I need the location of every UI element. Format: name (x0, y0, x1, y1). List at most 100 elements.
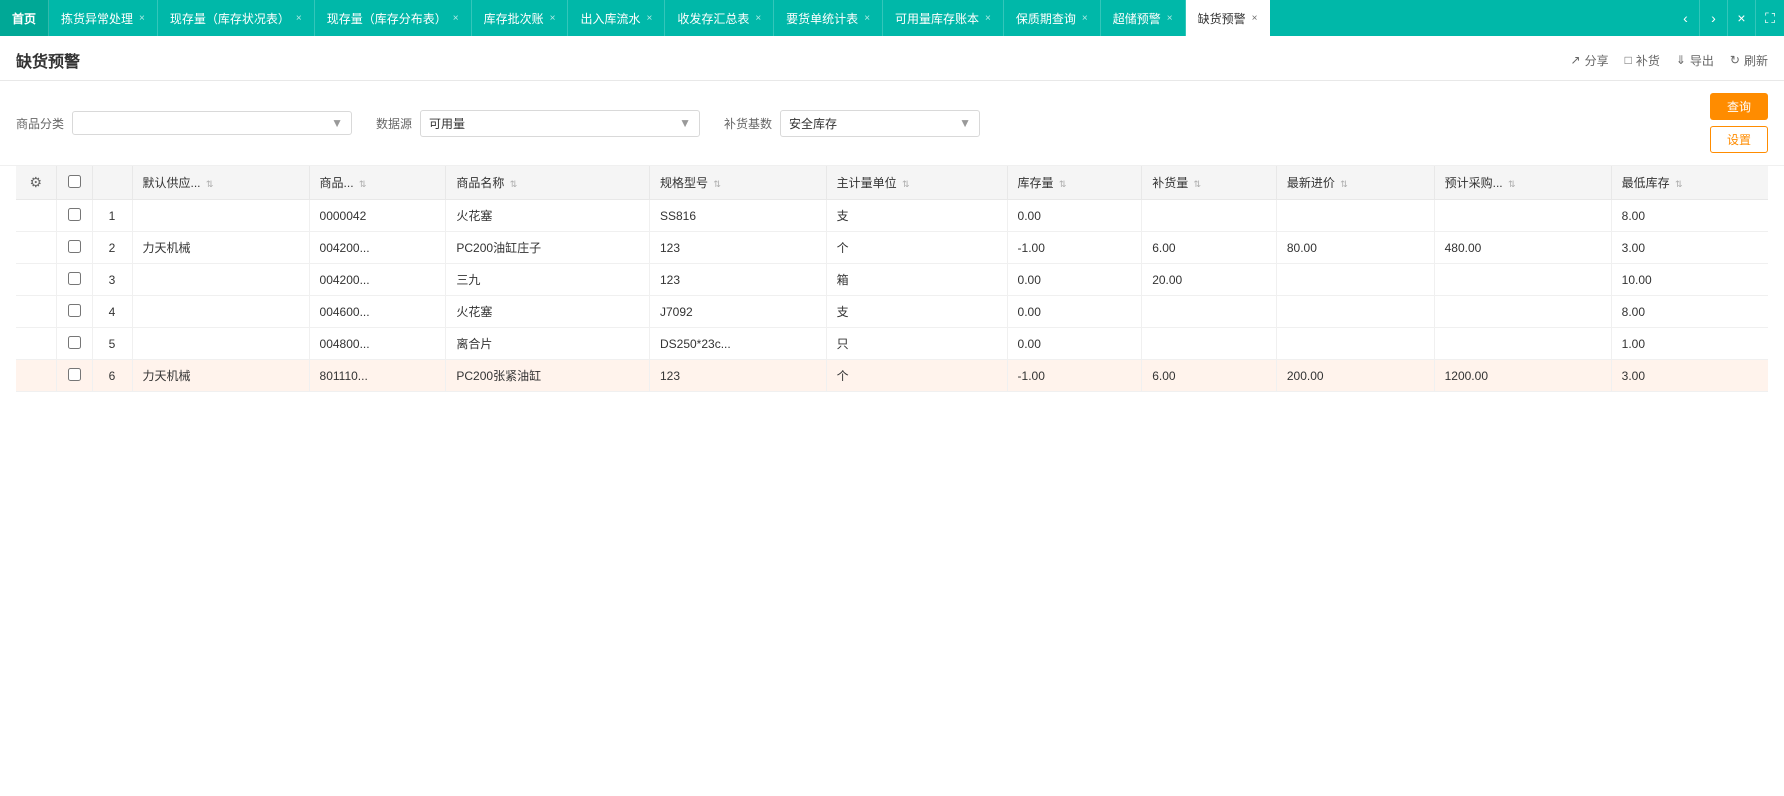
tab-shortage-close[interactable]: × (1252, 13, 1258, 24)
row-checkbox-cell[interactable] (56, 200, 92, 232)
tab-demand-stat-label: 要货单统计表 (786, 10, 858, 27)
tab-inventory-status[interactable]: 现存量（库存状况表） × (158, 0, 315, 36)
table-settings-icon[interactable]: ⚙ (29, 174, 42, 191)
row-checkbox-cell[interactable] (56, 360, 92, 392)
row-stock-cell: 0.00 (1007, 264, 1142, 296)
row-latest-price-cell (1276, 296, 1434, 328)
tab-fullscreen-button[interactable]: ⛶ (1756, 0, 1784, 36)
query-button[interactable]: 查询 (1710, 93, 1768, 120)
row-supplier-cell (132, 328, 309, 360)
row-spec-cell: 123 (649, 232, 826, 264)
tab-home[interactable]: 首页 (0, 0, 49, 36)
tab-overstock-label: 超储预警 (1113, 10, 1161, 27)
replenish-action[interactable]: □ 补货 (1625, 52, 1660, 69)
col-est-purchase-header[interactable]: 预计采购... ⇅ (1434, 166, 1611, 200)
tab-available-ledger-close[interactable]: × (985, 13, 991, 24)
tab-prev-button[interactable]: ‹ (1672, 0, 1700, 36)
tab-expiry-query-close[interactable]: × (1082, 13, 1088, 24)
row-checkbox[interactable] (68, 368, 81, 381)
tab-inventory-dist-label: 现存量（库存分布表） (327, 10, 447, 27)
col-supplier-header[interactable]: 默认供应... ⇅ (132, 166, 309, 200)
col-code-header[interactable]: 商品... ⇅ (309, 166, 446, 200)
tab-receive-summary[interactable]: 收发存汇总表 × (665, 0, 774, 36)
row-checkbox-cell[interactable] (56, 328, 92, 360)
export-action[interactable]: ⇓ 导出 (1676, 52, 1714, 69)
table-body: 1 0000042 火花塞 SS816 支 0.00 8.00 2 力天机械 0… (16, 200, 1768, 392)
col-num-header (92, 166, 132, 200)
category-select[interactable]: ▼ (72, 111, 352, 135)
col-stock-header[interactable]: 库存量 ⇅ (1007, 166, 1142, 200)
row-min-stock-cell: 8.00 (1611, 200, 1768, 232)
category-select-arrow-icon: ▼ (331, 116, 343, 130)
col-unit-header[interactable]: 主计量单位 ⇅ (826, 166, 1007, 200)
filter-actions: 查询 设置 (1710, 93, 1768, 153)
col-min-stock-label: 最低库存 (1622, 176, 1670, 190)
replenish-base-filter-group: 补货基数 安全库存 ▼ (724, 110, 980, 137)
tab-batch-account[interactable]: 库存批次账 × (472, 0, 569, 36)
tab-overstock-close[interactable]: × (1167, 13, 1173, 24)
row-checkbox[interactable] (68, 208, 81, 221)
datasource-select[interactable]: 可用量 ▼ (420, 110, 700, 137)
col-latest-price-label: 最新进价 (1287, 176, 1335, 190)
row-checkbox[interactable] (68, 336, 81, 349)
tab-available-ledger[interactable]: 可用量库存账本 × (883, 0, 1004, 36)
row-unit-cell: 支 (826, 296, 1007, 328)
row-checkbox[interactable] (68, 304, 81, 317)
row-replenish-cell: 6.00 (1142, 232, 1277, 264)
tab-receive-summary-close[interactable]: × (755, 13, 761, 24)
table-container: ⚙ 默认供应... ⇅ 商品... ⇅ 商品名称 (0, 166, 1784, 392)
row-settings-cell (16, 232, 56, 264)
tab-next-button[interactable]: › (1700, 0, 1728, 36)
row-replenish-cell: 20.00 (1142, 264, 1277, 296)
col-name-header[interactable]: 商品名称 ⇅ (446, 166, 650, 200)
row-latest-price-cell (1276, 200, 1434, 232)
row-code-cell: 801110... (309, 360, 446, 392)
col-min-stock-header[interactable]: 最低库存 ⇅ (1611, 166, 1768, 200)
col-supplier-label: 默认供应... (143, 176, 201, 190)
share-label: 分享 (1585, 52, 1609, 69)
col-settings-header[interactable]: ⚙ (16, 166, 56, 200)
col-spec-header[interactable]: 规格型号 ⇅ (649, 166, 826, 200)
row-checkbox-cell[interactable] (56, 232, 92, 264)
tab-inventory-dist-close[interactable]: × (453, 13, 459, 24)
tab-expiry-query[interactable]: 保质期查询 × (1004, 0, 1101, 36)
tab-overstock[interactable]: 超储预警 × (1101, 0, 1186, 36)
refresh-icon: ↻ (1730, 53, 1740, 67)
tab-demand-stat-close[interactable]: × (864, 13, 870, 24)
row-stock-cell: 0.00 (1007, 328, 1142, 360)
tab-shortage[interactable]: 缺货预警 × (1186, 0, 1271, 36)
row-settings-cell (16, 296, 56, 328)
refresh-action[interactable]: ↻ 刷新 (1730, 52, 1768, 69)
col-latest-price-header[interactable]: 最新进价 ⇅ (1276, 166, 1434, 200)
tab-close-button[interactable]: × (1728, 0, 1756, 36)
row-checkbox[interactable] (68, 240, 81, 253)
row-checkbox-cell[interactable] (56, 296, 92, 328)
row-num-cell: 5 (92, 328, 132, 360)
tab-exception[interactable]: 拣货异常处理 × (49, 0, 158, 36)
row-code-cell: 004200... (309, 264, 446, 296)
col-replenish-header[interactable]: 补货量 ⇅ (1142, 166, 1277, 200)
row-latest-price-cell: 200.00 (1276, 360, 1434, 392)
tab-exception-close[interactable]: × (139, 13, 145, 24)
row-checkbox-cell[interactable] (56, 264, 92, 296)
settings-button[interactable]: 设置 (1710, 126, 1768, 153)
replenish-base-filter-label: 补货基数 (724, 115, 772, 132)
tab-inventory-status-close[interactable]: × (296, 13, 302, 24)
select-all-checkbox[interactable] (68, 175, 81, 188)
tab-demand-stat[interactable]: 要货单统计表 × (774, 0, 883, 36)
tab-batch-account-close[interactable]: × (550, 13, 556, 24)
replenish-base-select[interactable]: 安全库存 ▼ (780, 110, 980, 137)
row-checkbox[interactable] (68, 272, 81, 285)
row-est-purchase-cell (1434, 328, 1611, 360)
share-action[interactable]: ↗ 分享 (1571, 52, 1609, 69)
row-name-cell: 三九 (446, 264, 650, 296)
row-spec-cell: DS250*23c... (649, 328, 826, 360)
replenish-label: 补货 (1636, 52, 1660, 69)
row-unit-cell: 只 (826, 328, 1007, 360)
tab-inout-flow[interactable]: 出入库流水 × (568, 0, 665, 36)
main-content: 缺货预警 ↗ 分享 □ 补货 ⇓ 导出 ↻ 刷新 商品分类 (0, 36, 1784, 796)
tab-inventory-dist[interactable]: 现存量（库存分布表） × (315, 0, 472, 36)
col-checkbox-header[interactable] (56, 166, 92, 200)
tab-inout-flow-close[interactable]: × (646, 13, 652, 24)
row-unit-cell: 个 (826, 232, 1007, 264)
